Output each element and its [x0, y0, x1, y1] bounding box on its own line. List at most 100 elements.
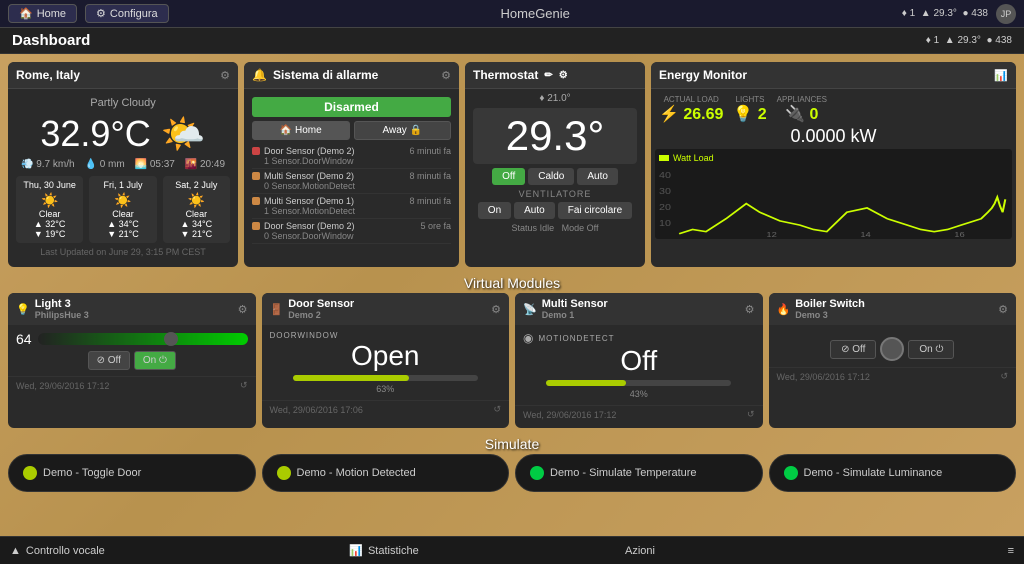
config-nav-button[interactable]: ⚙ Configura: [85, 4, 169, 23]
simulate-buttons-row: Demo - Toggle Door Demo - Motion Detecte…: [8, 454, 1016, 492]
light3-toggle-buttons: ⊘ Off On ⏻: [88, 351, 176, 370]
boilerswitch-toggles: ⊘ Off On ⏻: [830, 337, 954, 361]
bottom-item-menu[interactable]: ≡: [768, 537, 1024, 564]
thermostat-caldo-button[interactable]: Caldo: [528, 168, 574, 185]
weather-condition: Partly Cloudy: [16, 97, 230, 109]
energy-card: Energy Monitor 📊 ACTUAL LOAD ⚡ 26.69 LIG…: [651, 62, 1016, 267]
energy-kw-display: 0.0000 kW: [651, 124, 1016, 149]
forecast-day-3-name: Sat, 2 July: [167, 180, 226, 190]
virtual-modules-title: Virtual Modules: [8, 275, 1016, 291]
simulate-toggle-door-button[interactable]: Demo - Toggle Door: [8, 454, 256, 492]
light3-slider[interactable]: [38, 333, 248, 345]
alarm-event-2: Multi Sensor (Demo 2) 0 Sensor.MotionDet…: [252, 169, 451, 194]
energy-chart-icon[interactable]: 📊: [994, 69, 1008, 82]
light3-refresh-icon[interactable]: ↺: [240, 380, 248, 391]
home-nav-icon: 🏠: [19, 7, 33, 20]
multisensor-body: ◉MOTIONDETECT Off 43%: [515, 325, 763, 405]
forecast-day-1-name: Thu, 30 June: [20, 180, 79, 190]
multisensor-refresh-icon[interactable]: ↺: [747, 409, 755, 420]
forecast-day-1-icon: ☀️: [20, 192, 79, 209]
simulate-luminance-button[interactable]: Demo - Simulate Luminance: [769, 454, 1017, 492]
alarm-event-2-dot: [252, 172, 260, 180]
simulate-motion-detected-button[interactable]: Demo - Motion Detected: [262, 454, 510, 492]
thermostat-fan-on-button[interactable]: On: [478, 202, 511, 219]
simulate-title: Simulate: [8, 436, 1016, 452]
home-nav-button[interactable]: 🏠 Home: [8, 4, 77, 23]
boilerswitch-body: ⊘ Off On ⏻: [769, 325, 1017, 367]
energy-lights: LIGHTS 💡 2: [733, 95, 766, 124]
light3-body: 64 ⊘ Off On ⏻: [8, 325, 256, 376]
alarm-event-1-left: Door Sensor (Demo 2) 1 Sensor.DoorWindow: [252, 146, 355, 166]
alarm-event-3-text: Multi Sensor (Demo 1) 1 Sensor.MotionDet…: [264, 196, 355, 216]
alarm-event-1: Door Sensor (Demo 2) 1 Sensor.DoorWindow…: [252, 144, 451, 169]
energy-chart-legend: Watt Load: [659, 153, 1008, 163]
thermostat-auto-button[interactable]: Auto: [577, 168, 618, 185]
boilerswitch-header: 🔥 Boiler Switch Demo 3 ⚙: [769, 293, 1017, 325]
thermostat-body: ♦ 21.0° 29.3° Off Caldo Auto VENTILATORE…: [465, 89, 645, 237]
doorsensor-settings-icon[interactable]: ⚙: [491, 303, 501, 316]
bottom-item-stats[interactable]: 📊 Statistiche: [256, 537, 512, 564]
doorsensor-refresh-icon[interactable]: ↺: [493, 404, 501, 415]
alarm-event-4-time: 5 ore fa: [420, 221, 451, 231]
app-title: HomeGenie: [177, 6, 894, 21]
alarm-away-label: Away 🔒: [382, 125, 422, 136]
thermostat-fan-circ-button[interactable]: Fai circolare: [558, 202, 632, 219]
thermostat-off-button[interactable]: Off: [492, 168, 525, 185]
alarm-status: Disarmed: [252, 97, 451, 117]
weather-rain: 💧 0 mm: [84, 159, 124, 170]
light3-slider-thumb[interactable]: [164, 332, 178, 346]
dashboard-header: Dashboard ♦ 1 ▲ 29.3° ● 438: [0, 28, 1024, 54]
top-nav-right: ♦ 1 ▲ 29.3° ● 438 JP: [902, 4, 1016, 24]
alarm-title: 🔔 Sistema di allarme: [252, 68, 378, 82]
forecast-day-2-high: ▲ 34°C: [93, 219, 152, 229]
alarm-settings-icon[interactable]: ⚙: [441, 69, 451, 82]
avatar[interactable]: JP: [996, 4, 1016, 24]
forecast-day-1-low: ▼ 19°C: [20, 229, 79, 239]
boilerswitch-settings-icon[interactable]: ⚙: [998, 303, 1008, 316]
boilerswitch-on-button[interactable]: On ⏻: [908, 340, 954, 359]
alarm-event-3-dot: [252, 197, 260, 205]
bottom-item-voice[interactable]: ▲ Controllo vocale: [0, 537, 256, 564]
weather-sunrise: 🌅 05:37: [135, 159, 175, 170]
alarm-mode-buttons: 🏠 Home Away 🔒: [252, 121, 451, 140]
boilerswitch-title: 🔥 Boiler Switch Demo 3: [777, 298, 865, 320]
doorsensor-module: 🚪 Door Sensor Demo 2 ⚙ DOORWINDOW Open 6…: [262, 293, 510, 428]
weather-forecast: Thu, 30 June ☀️ Clear ▲ 32°C ▼ 19°C Fri,…: [16, 176, 230, 243]
boilerswitch-subtitle: Demo 3: [795, 310, 865, 320]
alarm-home-button[interactable]: 🏠 Home: [252, 121, 350, 140]
simulate-temperature-button[interactable]: Demo - Simulate Temperature: [515, 454, 763, 492]
multisensor-settings-icon[interactable]: ⚙: [745, 303, 755, 316]
simulate-luminance-label: Demo - Simulate Luminance: [804, 467, 943, 479]
thermostat-setpoint: ♦ 21.0°: [473, 93, 637, 104]
light3-on-button[interactable]: On ⏻: [134, 351, 176, 370]
boilerswitch-off-button[interactable]: ⊘ Off: [830, 340, 876, 359]
simulate-temperature-dot: [530, 466, 544, 480]
energy-chart: Watt Load 40 30 20 10 12 14 16: [655, 149, 1012, 239]
alarm-away-button[interactable]: Away 🔒: [354, 121, 452, 140]
thermostat-title-text: Thermostat: [473, 68, 538, 82]
energy-stats: ACTUAL LOAD ⚡ 26.69 LIGHTS 💡 2 APPLIANCE…: [651, 89, 1016, 124]
thermostat-edit-icon[interactable]: ✏: [544, 70, 552, 81]
alarm-event-4: Door Sensor (Demo 2) 0 Sensor.DoorWindow…: [252, 219, 451, 244]
multisensor-header: 📡 Multi Sensor Demo 1 ⚙: [515, 293, 763, 325]
forecast-day-3-low: ▼ 21°C: [167, 229, 226, 239]
forecast-day-1-label: Clear: [20, 209, 79, 219]
energy-appliances-value: 🔌 0: [777, 104, 827, 124]
light3-off-button[interactable]: ⊘ Off: [88, 351, 130, 370]
weather-settings-icon[interactable]: ⚙: [220, 69, 230, 82]
forecast-day-3: Sat, 2 July ☀️ Clear ▲ 34°C ▼ 21°C: [163, 176, 230, 243]
header-status-icons: ♦ 1 ▲ 29.3° ● 438: [926, 35, 1012, 46]
boilerswitch-icon: 🔥: [777, 303, 791, 316]
thermostat-status-label: Status: [512, 223, 538, 233]
bottom-item-actions[interactable]: Azioni: [512, 537, 768, 564]
boilerswitch-refresh-icon[interactable]: ↺: [1000, 371, 1008, 382]
simulate-motion-label: Demo - Motion Detected: [297, 467, 416, 479]
thermostat-settings-icon[interactable]: ⚙: [559, 70, 568, 81]
thermostat-fan-auto-button[interactable]: Auto: [514, 202, 555, 219]
weather-card-header: Rome, Italy ⚙: [8, 62, 238, 89]
status-indicators: ♦ 1 ▲ 29.3° ● 438: [902, 8, 988, 19]
forecast-day-2-name: Fri, 1 July: [93, 180, 152, 190]
alarm-event-4-device: Door Sensor (Demo 2): [264, 221, 355, 231]
light3-title-group: Light 3 PhilipsHue 3: [35, 298, 89, 320]
light3-settings-icon[interactable]: ⚙: [238, 303, 248, 316]
